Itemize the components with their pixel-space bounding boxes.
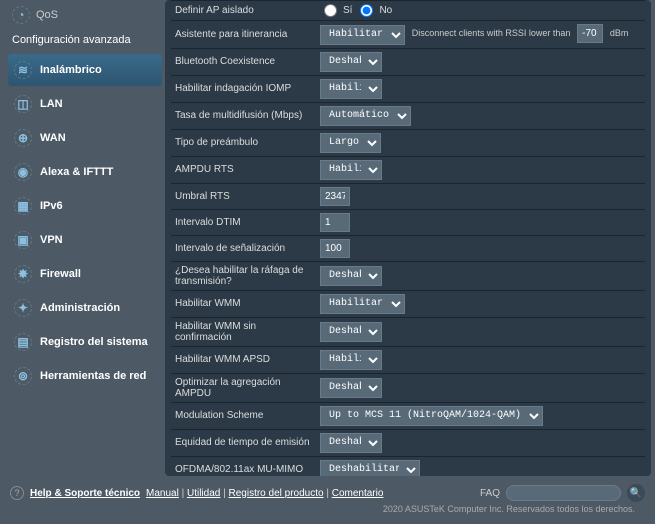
sidebar-label: IPv6	[40, 200, 63, 212]
modulation-select[interactable]: Up to MCS 11 (NitroQAM/1024-QAM)	[320, 406, 543, 426]
log-icon: ▤	[14, 333, 32, 351]
sidebar-label: QoS	[36, 9, 58, 21]
feedback-link[interactable]: Comentario	[332, 488, 384, 499]
sidebar-item-qos[interactable]: ◔ QoS	[8, 3, 162, 30]
preamble-select[interactable]: Largo	[320, 133, 381, 153]
sidebar-item-syslog[interactable]: ▤ Registro del sistema	[8, 326, 162, 358]
alexa-icon: ◉	[14, 163, 32, 181]
sidebar-item-ipv6[interactable]: ▦ IPv6	[8, 190, 162, 222]
row-label: Umbral RTS	[171, 183, 316, 209]
settings-panel: Definir AP aislado Sí No Asistente para …	[165, 0, 651, 476]
wifi-icon: ≋	[14, 61, 32, 79]
sidebar-label: WAN	[40, 132, 66, 144]
help-icon: ?	[10, 486, 24, 500]
help-link[interactable]: Help & Soporte técnico	[30, 488, 140, 499]
row-label: Bluetooth Coexistence	[171, 48, 316, 75]
sidebar-label: Administración	[40, 302, 120, 314]
roaming-select[interactable]: Habilitar	[320, 25, 405, 45]
iomp-select[interactable]: Habilitar	[320, 79, 382, 99]
sidebar-item-lan[interactable]: ◫ LAN	[8, 88, 162, 120]
qos-icon: ◔	[12, 6, 30, 24]
sidebar-label: Firewall	[40, 268, 81, 280]
vpn-icon: ▣	[14, 231, 32, 249]
airtime-select[interactable]: Deshabilitar	[320, 433, 382, 453]
sidebar-label: Alexa & IFTTT	[40, 166, 113, 178]
register-link[interactable]: Registro del producto	[229, 488, 324, 499]
row-label: Equidad de tiempo de emisión	[171, 429, 316, 456]
row-label: Definir AP aislado	[171, 1, 316, 21]
row-label: AMPDU RTS	[171, 156, 316, 183]
wmm-select[interactable]: Habilitar	[320, 294, 405, 314]
manual-link[interactable]: Manual	[146, 488, 179, 499]
rts-threshold-input[interactable]	[320, 187, 350, 206]
firewall-icon: ✸	[14, 265, 32, 283]
copyright-text: 2020 ASUSTeK Computer Inc. Reservados to…	[10, 504, 645, 514]
sidebar-label: Herramientas de red	[40, 370, 146, 382]
ampdu-rts-select[interactable]: Habilitar	[320, 160, 382, 180]
sidebar-section-header: Configuración avanzada	[10, 30, 162, 52]
sidebar-item-admin[interactable]: ✦ Administración	[8, 292, 162, 324]
row-label: Optimizar la agregación AMPDU	[171, 373, 316, 402]
radio-no[interactable]	[360, 4, 373, 17]
rssi-unit: dBm	[610, 28, 629, 38]
utility-link[interactable]: Utilidad	[187, 488, 220, 499]
row-label: Habilitar WMM	[171, 290, 316, 317]
sidebar-label: Registro del sistema	[40, 336, 148, 348]
sidebar-item-vpn[interactable]: ▣ VPN	[8, 224, 162, 256]
ipv6-icon: ▦	[14, 197, 32, 215]
row-label: Habilitar WMM APSD	[171, 346, 316, 373]
row-label: Tasa de multidifusión (Mbps)	[171, 102, 316, 129]
admin-icon: ✦	[14, 299, 32, 317]
radio-si[interactable]	[324, 4, 337, 17]
sidebar-item-firewall[interactable]: ✸ Firewall	[8, 258, 162, 290]
row-label: OFDMA/802.11ax MU-MIMO	[171, 456, 316, 476]
footer: ? Help & Soporte técnico Manual | Utilid…	[0, 480, 655, 516]
tools-icon: ⊚	[14, 367, 32, 385]
faq-search-input[interactable]	[506, 485, 621, 501]
sidebar-label: LAN	[40, 98, 63, 110]
disconnect-text: Disconnect clients with RSSI lower than	[412, 28, 571, 38]
sidebar-label: Inalámbrico	[40, 64, 102, 76]
row-label: Tipo de preámbulo	[171, 129, 316, 156]
dtim-input[interactable]	[320, 213, 350, 232]
sidebar-label: VPN	[40, 234, 63, 246]
ampdu-opt-select[interactable]: Deshabilitar	[320, 378, 382, 398]
faq-label: FAQ	[480, 488, 500, 499]
beacon-input[interactable]	[320, 239, 350, 258]
sidebar-item-wireless[interactable]: ≋ Inalámbrico	[8, 54, 162, 86]
txburst-select[interactable]: Deshabilitar	[320, 266, 382, 286]
row-label: Habilitar WMM sin confirmación	[171, 317, 316, 346]
wmm-noack-select[interactable]: Deshabilitar	[320, 322, 382, 342]
wmm-apsd-select[interactable]: Habilitar	[320, 350, 382, 370]
sidebar-item-wan[interactable]: ⊕ WAN	[8, 122, 162, 154]
row-label: Asistente para itinerancia	[171, 21, 316, 49]
rate-select[interactable]: Automático	[320, 106, 411, 126]
sidebar-item-nettools[interactable]: ⊚ Herramientas de red	[8, 360, 162, 392]
bluetooth-select[interactable]: Deshabilitar	[320, 52, 382, 72]
rssi-input[interactable]	[577, 24, 603, 43]
row-label: ¿Desea habilitar la ráfaga de transmisió…	[171, 261, 316, 290]
row-label: Habilitar indagación IOMP	[171, 75, 316, 102]
row-label: Intervalo de señalización	[171, 235, 316, 261]
sidebar-item-alexa[interactable]: ◉ Alexa & IFTTT	[8, 156, 162, 188]
globe-icon: ⊕	[14, 129, 32, 147]
lan-icon: ◫	[14, 95, 32, 113]
row-label: Intervalo DTIM	[171, 209, 316, 235]
ofdma-select[interactable]: Deshabilitar	[320, 460, 420, 477]
row-label: Modulation Scheme	[171, 402, 316, 429]
search-button[interactable]: 🔍	[627, 484, 645, 502]
